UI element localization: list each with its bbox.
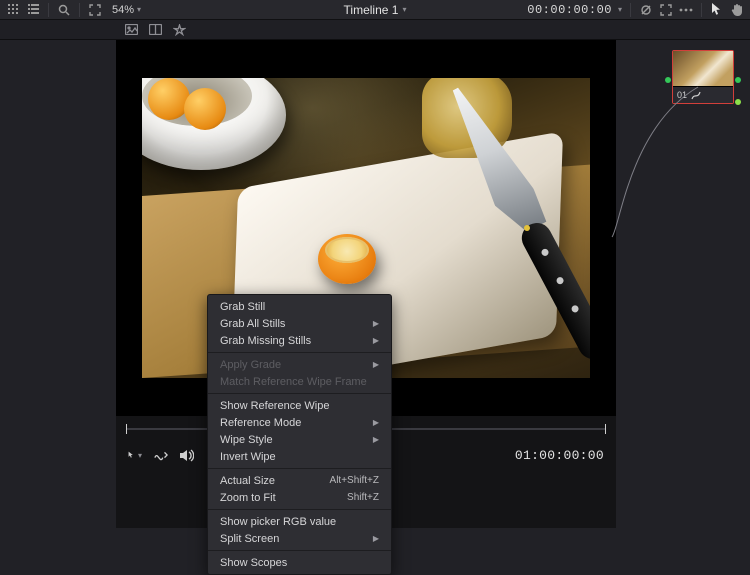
node-preview bbox=[673, 51, 733, 87]
graph-source-dot[interactable] bbox=[524, 225, 530, 231]
zoom-value: 54% bbox=[112, 4, 134, 16]
source-timecode[interactable]: 01:00:00:00 bbox=[515, 448, 604, 463]
more-icon[interactable] bbox=[679, 3, 693, 17]
menu-actual-size[interactable]: Actual SizeAlt+Shift+Z bbox=[208, 472, 391, 489]
chevron-down-icon[interactable]: ▾ bbox=[618, 5, 622, 14]
menu-zoom-to-fit[interactable]: Zoom to FitShift+Z bbox=[208, 489, 391, 506]
viewer-context-menu: Grab Still Grab All Stills▶ Grab Missing… bbox=[207, 294, 392, 575]
submenu-arrow-icon: ▶ bbox=[373, 435, 379, 444]
node-key-output-dot[interactable] bbox=[735, 99, 741, 105]
hand-tool-icon[interactable] bbox=[730, 3, 744, 17]
chevron-down-icon: ▾ bbox=[137, 5, 141, 14]
node-curve-icon bbox=[691, 91, 701, 100]
qualifier-picker-icon[interactable]: ▾ bbox=[128, 448, 142, 462]
timeline-name: Timeline 1 bbox=[344, 3, 399, 17]
menu-split-screen[interactable]: Split Screen▶ bbox=[208, 530, 391, 547]
viewer-timecode[interactable]: 00:00:00:00 bbox=[527, 3, 612, 17]
viewer-topbar: 54% ▾ Timeline 1 ▾ 00:00:00:00 ▾ bbox=[0, 0, 750, 20]
chevron-down-icon: ▾ bbox=[402, 5, 406, 14]
bypass-icon[interactable] bbox=[639, 3, 653, 17]
chevron-down-icon: ▾ bbox=[138, 451, 142, 460]
menu-wipe-style[interactable]: Wipe Style▶ bbox=[208, 431, 391, 448]
grid-view-icon[interactable] bbox=[6, 3, 20, 17]
submenu-arrow-icon: ▶ bbox=[373, 319, 379, 328]
menu-grab-all-stills[interactable]: Grab All Stills▶ bbox=[208, 315, 391, 332]
audio-icon[interactable] bbox=[180, 448, 194, 462]
pointer-tool-icon[interactable] bbox=[710, 3, 724, 17]
submenu-arrow-icon: ▶ bbox=[373, 418, 379, 427]
node-link-line bbox=[670, 87, 672, 287]
submenu-arrow-icon: ▶ bbox=[373, 534, 379, 543]
menu-show-picker-rgb[interactable]: Show picker RGB value bbox=[208, 513, 391, 530]
viewer-subbar bbox=[0, 20, 750, 40]
split-view-icon[interactable] bbox=[148, 23, 162, 37]
unmix-icon[interactable] bbox=[154, 448, 168, 462]
menu-grab-missing-stills[interactable]: Grab Missing Stills▶ bbox=[208, 332, 391, 349]
node-thumbnail[interactable]: 01 bbox=[672, 50, 734, 104]
zoom-level[interactable]: 54% ▾ bbox=[112, 4, 141, 16]
timeline-title[interactable]: Timeline 1 ▾ bbox=[344, 3, 407, 17]
expand-icon[interactable] bbox=[659, 3, 673, 17]
menu-show-scopes[interactable]: Show Scopes bbox=[208, 554, 391, 571]
menu-apply-grade: Apply Grade▶ bbox=[208, 356, 391, 373]
fit-icon[interactable] bbox=[88, 3, 102, 17]
menu-grab-still[interactable]: Grab Still bbox=[208, 298, 391, 315]
shortcut-label: Alt+Shift+Z bbox=[330, 475, 379, 486]
menu-match-reference: Match Reference Wipe Frame bbox=[208, 373, 391, 390]
menu-show-reference-wipe[interactable]: Show Reference Wipe bbox=[208, 397, 391, 414]
menu-reference-mode[interactable]: Reference Mode▶ bbox=[208, 414, 391, 431]
menu-invert-wipe[interactable]: Invert Wipe bbox=[208, 448, 391, 465]
highlight-icon[interactable] bbox=[172, 23, 186, 37]
shortcut-label: Shift+Z bbox=[347, 492, 379, 503]
node-graph[interactable]: 01 bbox=[616, 40, 750, 528]
image-wipe-icon[interactable] bbox=[124, 23, 138, 37]
list-view-icon[interactable] bbox=[26, 3, 40, 17]
search-icon[interactable] bbox=[57, 3, 71, 17]
node-output-dot[interactable] bbox=[735, 77, 741, 83]
left-gutter bbox=[0, 40, 116, 528]
submenu-arrow-icon: ▶ bbox=[373, 360, 379, 369]
submenu-arrow-icon: ▶ bbox=[373, 336, 379, 345]
node-input-dot[interactable] bbox=[665, 77, 671, 83]
